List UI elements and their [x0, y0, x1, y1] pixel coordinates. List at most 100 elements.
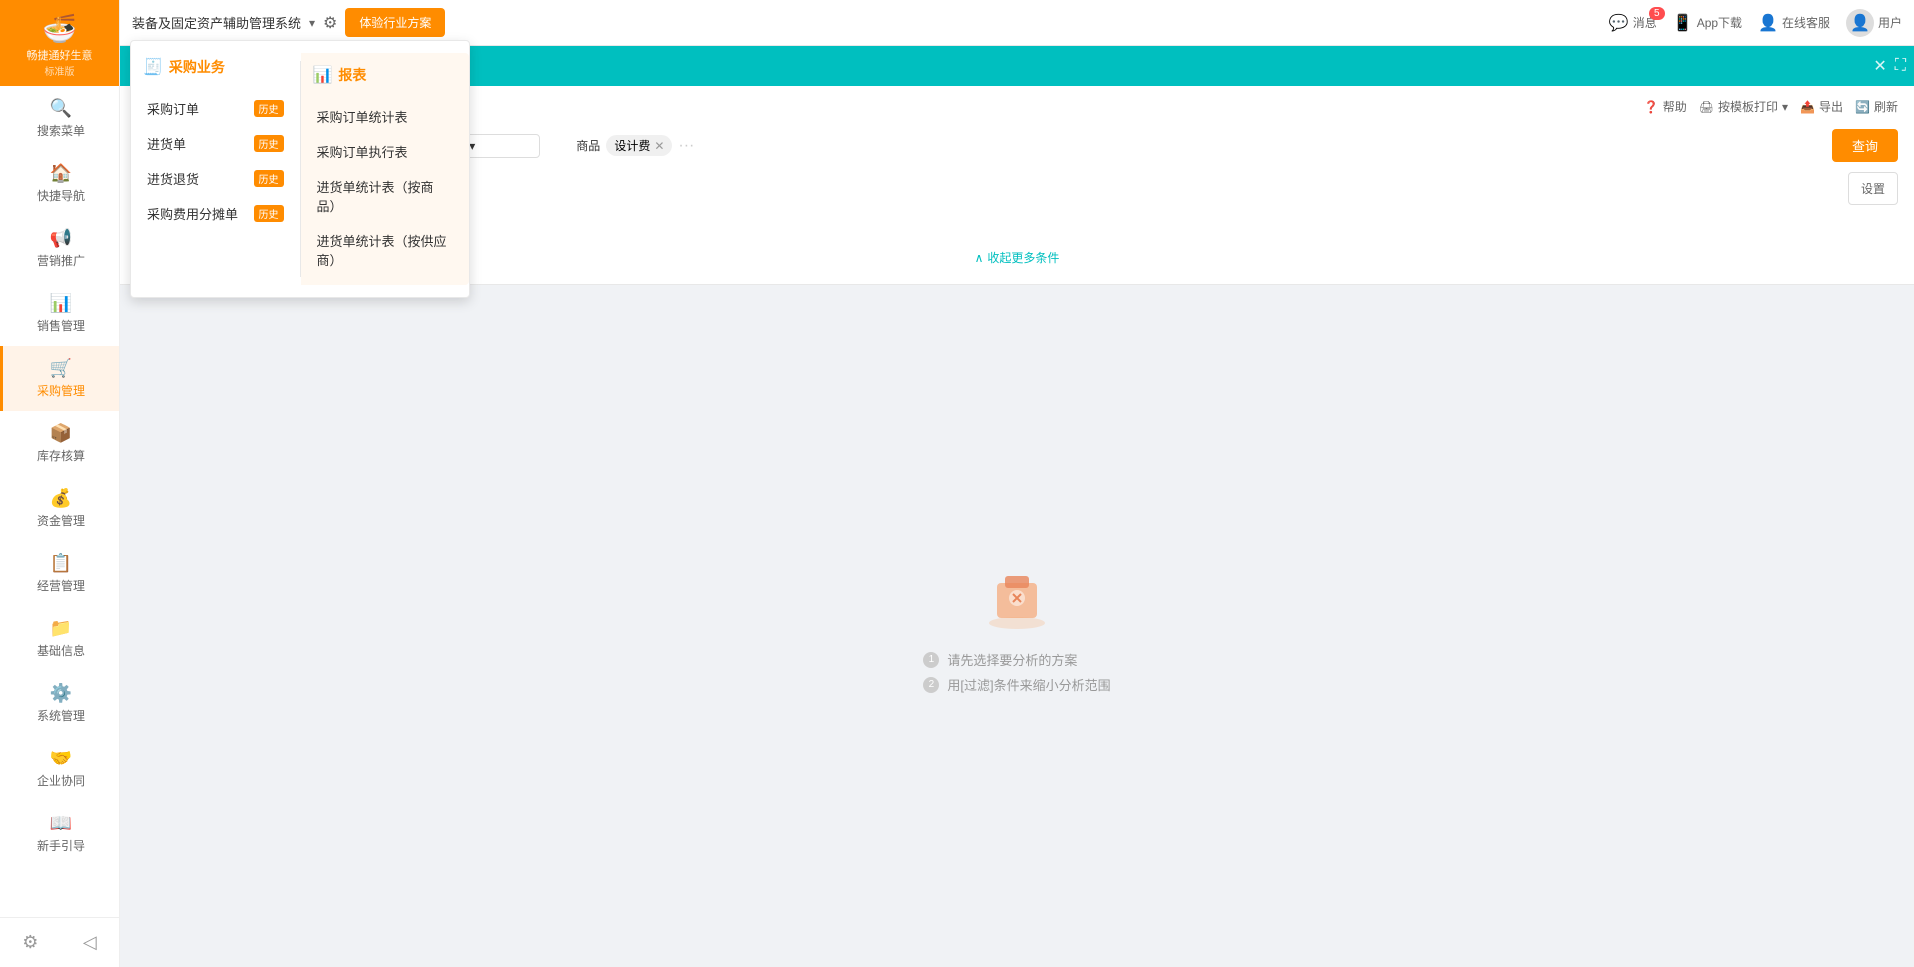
empty-state: 1 请先选择要分析的方案 2 用[过滤]条件来缩小分析范围: [120, 285, 1914, 967]
sidebar-item-quick[interactable]: 🏠 快捷导航: [0, 151, 119, 216]
sidebar-item-inventory[interactable]: 📦 库存核算: [0, 411, 119, 476]
print-icon: 🖨: [1699, 100, 1714, 114]
inventory-icon: 📦: [50, 423, 72, 444]
search-label: 搜索菜单: [37, 122, 85, 139]
message-item[interactable]: 💬 消息 5: [1609, 13, 1657, 33]
report-header-icon: 📊: [313, 65, 333, 85]
help-icon: ❓: [1644, 100, 1659, 114]
empty-tips: 1 请先选择要分析的方案 2 用[过滤]条件来缩小分析范围: [923, 650, 1110, 694]
sidebar-item-marketing[interactable]: 📢 营销推广: [0, 216, 119, 281]
inventory-label: 库存核算: [37, 447, 85, 464]
sidebar-item-purchase[interactable]: 🛒 采购管理: [0, 346, 119, 411]
empty-illustration: [977, 558, 1057, 638]
purchase-label: 采购管理: [37, 382, 85, 399]
print-btn[interactable]: 🖨 按模板打印 ▾: [1699, 98, 1788, 115]
export-btn[interactable]: 📤 导出: [1800, 98, 1843, 115]
goods-tag-close[interactable]: ✕: [654, 139, 664, 153]
sidebar-item-sales[interactable]: 📊 销售管理: [0, 281, 119, 346]
guide-label: 新手引导: [37, 837, 85, 854]
tip-text-2: 用[过滤]条件来缩小分析范围: [947, 675, 1110, 694]
help-btn[interactable]: ❓ 帮助: [1644, 98, 1687, 115]
user-avatar: 👤: [1846, 9, 1874, 37]
tip-num-2: 2: [923, 677, 939, 693]
refresh-btn[interactable]: 🔄 刷新: [1855, 98, 1898, 115]
message-icon: 💬: [1609, 13, 1629, 33]
goods-filter-group: 商品 设计费 ✕ ···: [576, 135, 694, 156]
expense-label: 采购费用分摊单: [147, 204, 238, 223]
quick-icon: 🏠: [50, 163, 72, 184]
purchase-dropdown-menu: 🧾 采购业务 采购订单 历史 进货单 历史 进货退货 历史 采购费用分摊单 历史: [130, 40, 470, 298]
status-select[interactable]: ▾: [460, 134, 540, 158]
sidebar-item-enterprise[interactable]: 🤝 企业协同: [0, 736, 119, 801]
order-exec-label: 采购订单执行表: [317, 142, 408, 161]
goods-ellipsis[interactable]: ···: [678, 137, 694, 155]
header-right: 💬 消息 5 📱 App下载 👤 在线客服 👤 用户: [1609, 9, 1902, 37]
settings-button[interactable]: 设置: [1848, 172, 1898, 205]
tab-maximize-icon[interactable]: ⛶: [1895, 57, 1906, 75]
return-label: 进货退货: [147, 169, 199, 188]
message-badge: 5: [1649, 7, 1665, 20]
return-history-badge: 历史: [254, 170, 284, 187]
logo: 🍜 畅捷通好生意 标准版: [0, 0, 119, 86]
system-dropdown-icon[interactable]: ▾: [309, 16, 315, 30]
status-select-arrow: ▾: [469, 139, 475, 153]
incoming-label: 进货单: [147, 134, 186, 153]
print-dropdown-icon[interactable]: ▾: [1782, 100, 1788, 114]
service-label: 在线客服: [1782, 14, 1830, 31]
report-section-header: 📊 报表: [313, 61, 458, 89]
incoming-by-supplier-label: 进货单统计表（按供应商）: [317, 231, 454, 269]
collapse-sidebar-icon[interactable]: ◁: [79, 928, 101, 957]
operation-label: 经营管理: [37, 577, 85, 594]
header-settings-icon[interactable]: ⚙: [323, 13, 337, 33]
sidebar-item-system[interactable]: ⚙️ 系统管理: [0, 671, 119, 736]
dropdown-item-order-exec[interactable]: 采购订单执行表: [313, 134, 458, 169]
dropdown-item-incoming-by-supplier[interactable]: 进货单统计表（按供应商）: [313, 223, 458, 277]
sidebar-item-finance[interactable]: 💰 资金管理: [0, 476, 119, 541]
sidebar-item-operation[interactable]: 📋 经营管理: [0, 541, 119, 606]
expense-history-badge: 历史: [254, 205, 284, 222]
user-item[interactable]: 👤 用户: [1846, 9, 1902, 37]
system-label: 系统管理: [37, 707, 85, 724]
report-col: 📊 报表 采购订单统计表 采购订单执行表 进货单统计表（按商品） 进货单统计表（…: [301, 53, 470, 285]
dropdown-item-purchase-order[interactable]: 采购订单 历史: [143, 91, 288, 126]
goods-tag: 设计费 ✕: [606, 135, 672, 156]
sidebar-nav: 🔍 搜索菜单 🏠 快捷导航 📢 营销推广 📊 销售管理 🛒 采购管理 📦 库存核…: [0, 86, 119, 917]
phone-icon: 📱: [1673, 13, 1693, 33]
purchase-icon: 🛒: [50, 358, 72, 379]
sidebar-bottom: ⚙ ◁: [0, 917, 119, 967]
sidebar-item-basic[interactable]: 📁 基础信息: [0, 606, 119, 671]
user-label: 用户: [1878, 14, 1902, 31]
sidebar: 🍜 畅捷通好生意 标准版 🔍 搜索菜单 🏠 快捷导航 📢 营销推广 📊 销售管理…: [0, 0, 120, 967]
dropdown-item-incoming-by-goods[interactable]: 进货单统计表（按商品）: [313, 169, 458, 223]
marketing-icon: 📢: [50, 228, 72, 249]
sidebar-item-guide[interactable]: 📖 新手引导: [0, 801, 119, 866]
sidebar-item-search[interactable]: 🔍 搜索菜单: [0, 86, 119, 151]
dropdown-item-incoming[interactable]: 进货单 历史: [143, 126, 288, 161]
industry-btn[interactable]: 体验行业方案: [345, 8, 445, 37]
dropdown-item-return[interactable]: 进货退货 历史: [143, 161, 288, 196]
finance-icon: 💰: [50, 488, 72, 509]
export-icon: 📤: [1800, 100, 1815, 114]
settings-bottom-icon[interactable]: ⚙: [18, 928, 42, 957]
refresh-label: 刷新: [1874, 98, 1898, 115]
enterprise-icon: 🤝: [50, 748, 72, 769]
online-service-item[interactable]: 👤 在线客服: [1758, 13, 1830, 33]
report-section-title: 报表: [338, 65, 366, 85]
basic-label: 基础信息: [37, 642, 85, 659]
incoming-by-goods-label: 进货单统计表（按商品）: [317, 177, 454, 215]
system-title: 装备及固定资产辅助管理系统: [132, 13, 301, 32]
query-button[interactable]: 查询: [1832, 129, 1898, 162]
dropdown-item-order-stats[interactable]: 采购订单统计表: [313, 99, 458, 134]
app-download-item[interactable]: 📱 App下载: [1673, 13, 1742, 33]
tab-close-all-icon[interactable]: ✕: [1873, 56, 1886, 76]
incoming-history-badge: 历史: [254, 135, 284, 152]
export-label: 导出: [1819, 98, 1843, 115]
purchase-business-col: 🧾 采购业务 采购订单 历史 进货单 历史 进货退货 历史 采购费用分摊单 历史: [131, 53, 300, 285]
system-icon: ⚙️: [50, 683, 72, 704]
tip-text-1: 请先选择要分析的方案: [947, 650, 1077, 669]
empty-tip-1: 1 请先选择要分析的方案: [923, 650, 1110, 669]
tip-num-1: 1: [923, 652, 939, 668]
dropdown-item-expense[interactable]: 采购费用分摊单 历史: [143, 196, 288, 231]
purchase-header-icon: 🧾: [143, 57, 163, 77]
operation-icon: 📋: [50, 553, 72, 574]
